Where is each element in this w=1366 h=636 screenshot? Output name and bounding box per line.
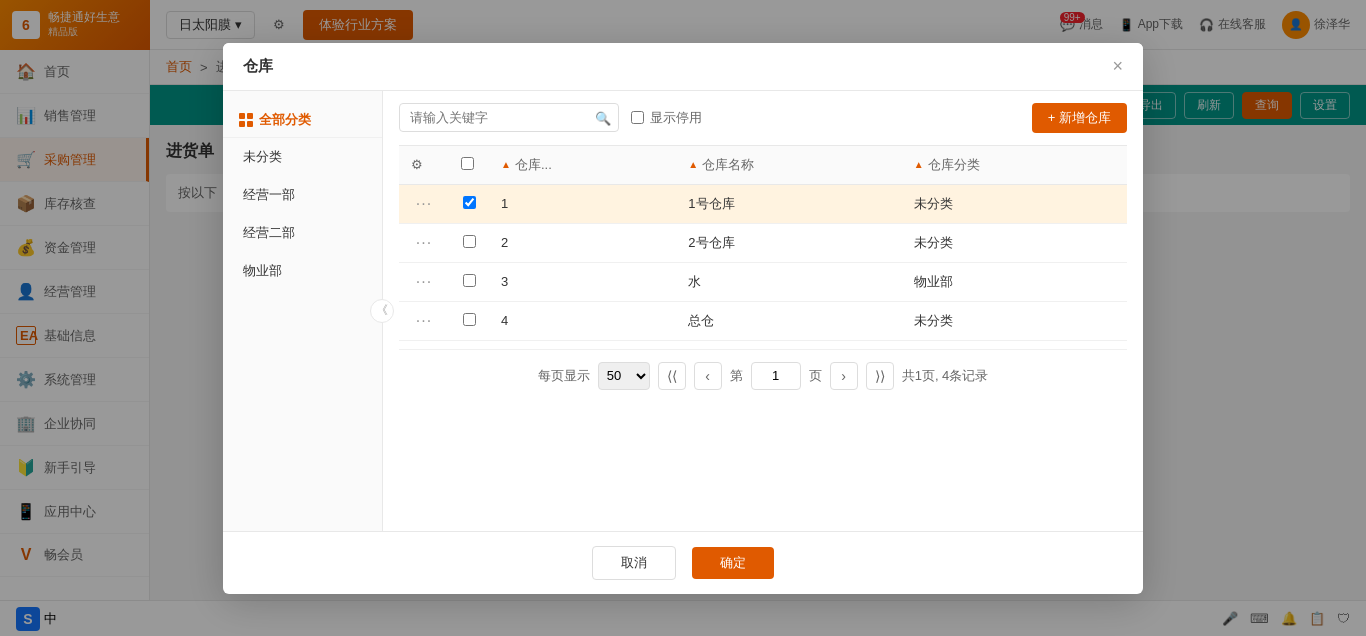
row-more-button[interactable]: ··· [416,234,432,252]
search-input-wrap: 🔍 [399,103,619,132]
row-checkbox[interactable] [463,235,476,248]
sidebar-category-unclassified[interactable]: 未分类 [223,138,382,176]
row-check[interactable] [449,184,489,223]
th-code: ▲ 仓库... [489,145,676,184]
all-categories-item[interactable]: 全部分类 [223,103,382,138]
table-body: ··· 1 1号仓库 未分类 ··· 2 2号仓库 未分类 ··· 3 水 物业… [399,184,1127,340]
row-name: 1号仓库 [676,184,901,223]
page-input[interactable] [751,362,801,390]
row-category: 物业部 [902,262,1127,301]
row-name: 总仓 [676,301,901,340]
collapse-sidebar-button[interactable]: 《 [370,299,394,323]
row-actions[interactable]: ··· [399,301,449,340]
sort-icon: ▲ [501,159,511,170]
all-categories-label: 全部分类 [259,111,311,129]
table-row[interactable]: ··· 1 1号仓库 未分类 [399,184,1127,223]
sort-cat-icon: ▲ [914,159,924,170]
show-disabled-label[interactable]: 显示停用 [631,109,702,127]
row-name: 2号仓库 [676,223,901,262]
row-index: 1 [489,184,676,223]
th-check [449,145,489,184]
sidebar-category-dept2[interactable]: 经营二部 [223,214,382,252]
row-more-button[interactable]: ··· [416,312,432,330]
table-row[interactable]: ··· 4 总仓 未分类 [399,301,1127,340]
per-page-label: 每页显示 [538,367,590,385]
row-checkbox[interactable] [463,313,476,326]
row-check[interactable] [449,301,489,340]
row-actions[interactable]: ··· [399,223,449,262]
select-all-checkbox[interactable] [461,157,474,170]
row-category: 未分类 [902,223,1127,262]
modal-main: 🔍 显示停用 + 新增仓库 ⚙ [383,91,1143,531]
row-category: 未分类 [902,184,1127,223]
confirm-button[interactable]: 确定 [692,547,774,579]
modal-overlay: 仓库 × 全部分类 未分类 经营一部 经营二部 物业部 《 [0,0,1366,636]
first-page-button[interactable]: ⟨⟨ [658,362,686,390]
row-index: 2 [489,223,676,262]
th-name: ▲ 仓库名称 [676,145,901,184]
page-prefix: 第 [730,367,743,385]
sidebar-category-dept1[interactable]: 经营一部 [223,176,382,214]
row-checkbox[interactable] [463,274,476,287]
prev-page-button[interactable]: ‹ [694,362,722,390]
row-check[interactable] [449,262,489,301]
row-actions[interactable]: ··· [399,262,449,301]
row-more-button[interactable]: ··· [416,195,432,213]
row-index: 3 [489,262,676,301]
warehouse-table: ⚙ ▲ 仓库... [399,145,1127,341]
warehouse-modal: 仓库 × 全部分类 未分类 经营一部 经营二部 物业部 《 [223,43,1143,594]
modal-pagination: 每页显示 50 100 ⟨⟨ ‹ 第 页 › ⟩⟩ 共1页, 4条记录 [399,349,1127,402]
search-input[interactable] [399,103,619,132]
modal-body: 全部分类 未分类 经营一部 经营二部 物业部 《 🔍 [223,91,1143,531]
cancel-button[interactable]: 取消 [592,546,676,580]
per-page-select[interactable]: 50 100 [598,362,650,390]
row-checkbox[interactable] [463,196,476,209]
row-category: 未分类 [902,301,1127,340]
total-info: 共1页, 4条记录 [902,367,989,385]
search-icon[interactable]: 🔍 [595,110,611,125]
row-actions[interactable]: ··· [399,184,449,223]
modal-header: 仓库 × [223,43,1143,91]
modal-footer: 取消 确定 [223,531,1143,594]
th-category: ▲ 仓库分类 [902,145,1127,184]
modal-sidebar: 全部分类 未分类 经营一部 经营二部 物业部 《 [223,91,383,531]
show-disabled-text: 显示停用 [650,109,702,127]
row-more-button[interactable]: ··· [416,273,432,291]
row-index: 4 [489,301,676,340]
th-gear: ⚙ [399,145,449,184]
grid-icon [239,113,253,127]
show-disabled-checkbox[interactable] [631,111,644,124]
table-row[interactable]: ··· 2 2号仓库 未分类 [399,223,1127,262]
modal-title: 仓库 [243,57,273,76]
row-check[interactable] [449,223,489,262]
next-page-button[interactable]: › [830,362,858,390]
sidebar-category-property[interactable]: 物业部 [223,252,382,290]
table-row[interactable]: ··· 3 水 物业部 [399,262,1127,301]
close-icon[interactable]: × [1112,57,1123,75]
page-suffix: 页 [809,367,822,385]
sort-name-icon: ▲ [688,159,698,170]
modal-search-bar: 🔍 显示停用 + 新增仓库 [399,103,1127,133]
last-page-button[interactable]: ⟩⟩ [866,362,894,390]
add-warehouse-button[interactable]: + 新增仓库 [1032,103,1127,133]
gear-icon[interactable]: ⚙ [411,157,423,172]
table-header: ⚙ ▲ 仓库... [399,145,1127,184]
row-name: 水 [676,262,901,301]
